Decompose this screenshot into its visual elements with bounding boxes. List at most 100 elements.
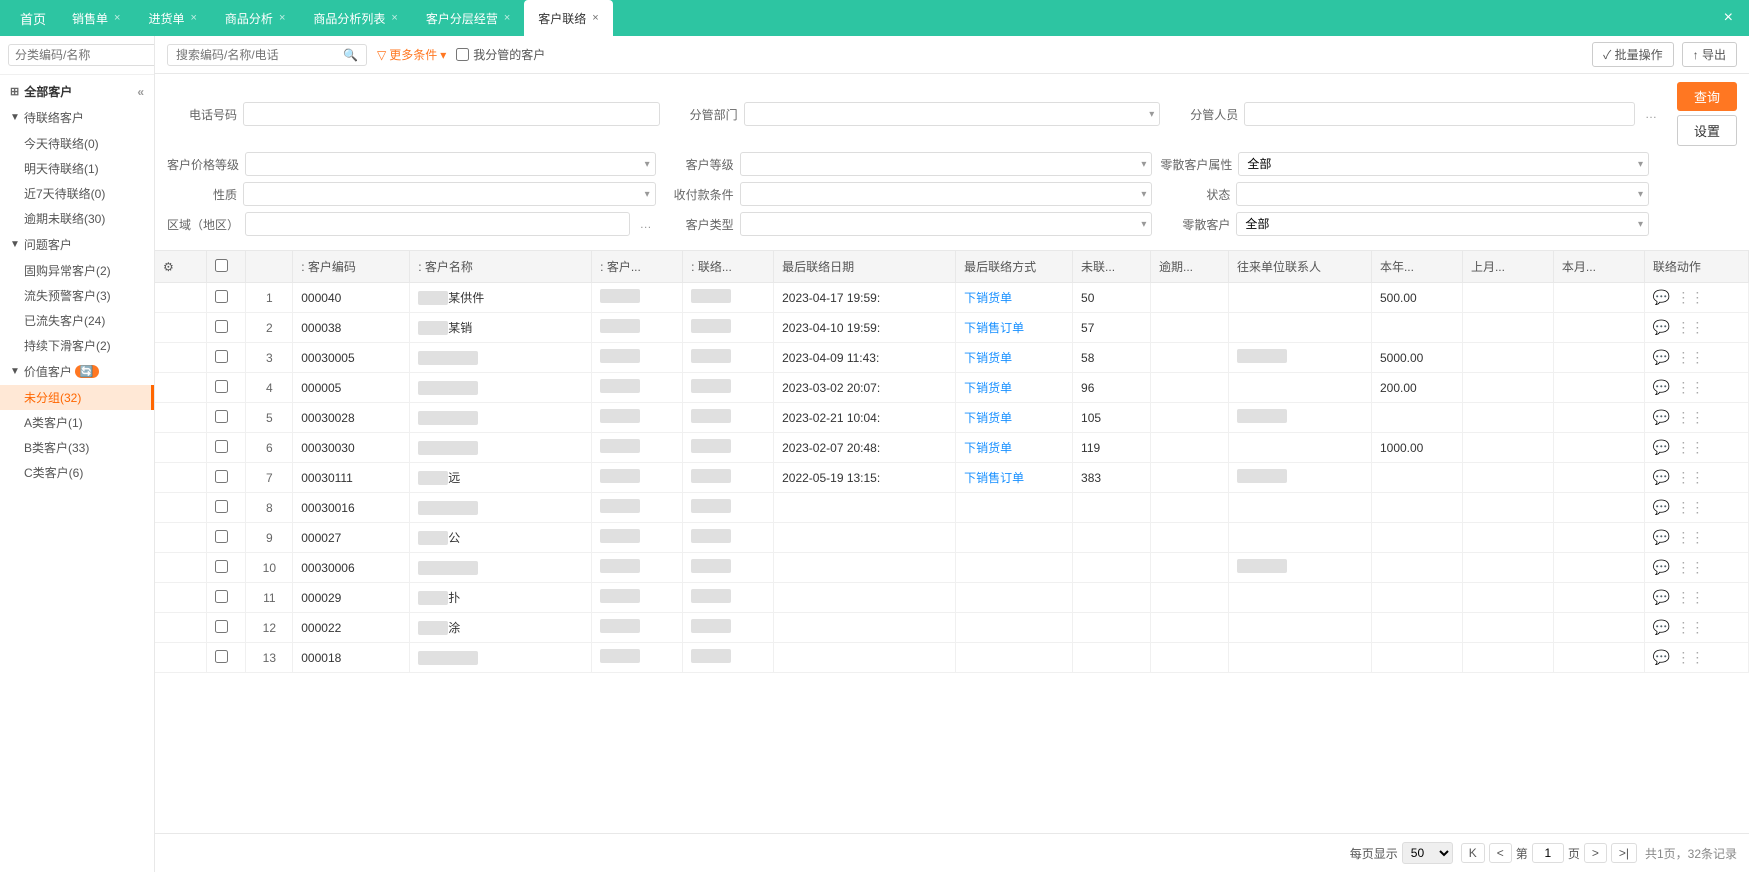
sidebar-collapse-button[interactable]: « xyxy=(137,85,144,99)
contact-icon[interactable]: 💬 xyxy=(1653,589,1670,606)
sidebar-item-abnormal[interactable]: 固购异常客户(2) xyxy=(0,258,154,283)
more-icon[interactable]: ⋮⋮ xyxy=(1676,529,1704,546)
sidebar-item-unclassified[interactable]: 未分组(32) xyxy=(0,385,154,410)
first-page-button[interactable]: K xyxy=(1461,843,1485,863)
col-last-contact-date[interactable]: 最后联络日期 xyxy=(774,251,956,283)
col-settings[interactable]: ⚙ xyxy=(155,251,207,283)
contact-icon[interactable]: 💬 xyxy=(1653,379,1670,396)
close-purchase-tab[interactable]: × xyxy=(190,12,196,24)
ellipsis-icon[interactable]: … xyxy=(1641,107,1661,121)
col-code[interactable]: : 客户编码 xyxy=(293,251,410,283)
filter-input-region[interactable] xyxy=(245,212,630,236)
contact-way-link[interactable]: 下销售订单 xyxy=(964,321,1024,335)
nav-close-button[interactable]: × xyxy=(1716,9,1741,27)
contact-icon[interactable]: 💬 xyxy=(1653,559,1670,576)
close-customer-tier-tab[interactable]: × xyxy=(504,12,510,24)
batch-ops-button[interactable]: ✓ 批量操作 xyxy=(1592,42,1674,67)
per-page-select[interactable]: 50 100 xyxy=(1402,842,1453,864)
tab-product-analysis-list[interactable]: 商品分析列表 × xyxy=(299,0,411,36)
row-checkbox[interactable] xyxy=(215,320,228,333)
contact-icon[interactable]: 💬 xyxy=(1653,499,1670,516)
contact-way-link[interactable]: 下销货单 xyxy=(964,441,1012,455)
contact-icon[interactable]: 💬 xyxy=(1653,529,1670,546)
col-name[interactable]: : 客户名称 xyxy=(410,251,592,283)
col-this-month[interactable]: 本月... xyxy=(1553,251,1644,283)
filter-select-price-level[interactable] xyxy=(245,152,656,176)
sidebar-item-lost[interactable]: 已流失客户(24) xyxy=(0,308,154,333)
contact-icon[interactable]: 💬 xyxy=(1653,289,1670,306)
reset-button[interactable]: 设置 xyxy=(1677,115,1737,146)
contact-icon[interactable]: 💬 xyxy=(1653,409,1670,426)
more-icon[interactable]: ⋮⋮ xyxy=(1676,469,1704,486)
contact-icon[interactable]: 💬 xyxy=(1653,619,1670,636)
close-product-analysis-list-tab[interactable]: × xyxy=(391,12,397,24)
filter-select-status[interactable] xyxy=(1236,182,1649,206)
contact-icon[interactable]: 💬 xyxy=(1653,349,1670,366)
contact-way-link[interactable]: 下销货单 xyxy=(964,411,1012,425)
filter-select-payment[interactable] xyxy=(740,182,1153,206)
filter-select-customer-type[interactable] xyxy=(740,212,1153,236)
col-company-contact[interactable]: 往来单位联系人 xyxy=(1229,251,1372,283)
contact-icon[interactable]: 💬 xyxy=(1653,649,1670,666)
more-icon[interactable]: ⋮⋮ xyxy=(1676,319,1704,336)
row-checkbox[interactable] xyxy=(215,530,228,543)
ellipsis-icon[interactable]: … xyxy=(636,217,656,231)
row-checkbox[interactable] xyxy=(215,500,228,513)
row-checkbox[interactable] xyxy=(215,380,228,393)
row-checkbox[interactable] xyxy=(215,470,228,483)
more-icon[interactable]: ⋮⋮ xyxy=(1676,379,1704,396)
filter-select-dept[interactable] xyxy=(744,102,1161,126)
col-this-year[interactable]: 本年... xyxy=(1371,251,1462,283)
more-icon[interactable]: ⋮⋮ xyxy=(1676,619,1704,636)
page-number-input[interactable] xyxy=(1532,843,1564,863)
sidebar-group-value[interactable]: ▼ 价值客户 🔄 xyxy=(0,358,154,385)
col-last-month[interactable]: 上月... xyxy=(1462,251,1553,283)
more-icon[interactable]: ⋮⋮ xyxy=(1676,439,1704,456)
col-overdue[interactable]: 逾期... xyxy=(1151,251,1229,283)
contact-icon[interactable]: 💬 xyxy=(1653,319,1670,336)
filter-search-input[interactable] xyxy=(176,48,343,62)
sidebar-group-problem[interactable]: ▼ 问题客户 xyxy=(0,231,154,258)
next-page-button[interactable]: > xyxy=(1584,843,1607,863)
col-uncontacted[interactable]: 未联... xyxy=(1073,251,1151,283)
tab-home[interactable]: 首页 xyxy=(8,0,58,36)
last-page-button[interactable]: >| xyxy=(1611,843,1637,863)
sidebar-item-a-class[interactable]: A类客户(1) xyxy=(0,410,154,435)
row-checkbox[interactable] xyxy=(215,560,228,573)
close-product-analysis-tab[interactable]: × xyxy=(279,12,285,24)
filter-input-person[interactable] xyxy=(1244,102,1635,126)
sidebar-item-tomorrow[interactable]: 明天待联络(1) xyxy=(0,156,154,181)
more-icon[interactable]: ⋮⋮ xyxy=(1676,289,1704,306)
filter-select-retail-customer[interactable]: 全部 xyxy=(1236,212,1649,236)
export-button[interactable]: ↑ 导出 xyxy=(1682,42,1737,67)
sidebar-item-lost-risk[interactable]: 流失预警客户(3) xyxy=(0,283,154,308)
filter-search-icon[interactable]: 🔍 xyxy=(343,48,358,62)
row-checkbox[interactable] xyxy=(215,440,228,453)
col-type[interactable]: : 客户... xyxy=(592,251,683,283)
row-checkbox[interactable] xyxy=(215,650,228,663)
row-checkbox[interactable] xyxy=(215,590,228,603)
select-all-checkbox[interactable] xyxy=(215,259,228,272)
col-last-contact-way[interactable]: 最后联络方式 xyxy=(956,251,1073,283)
contact-way-link[interactable]: 下销货单 xyxy=(964,351,1012,365)
tab-sales[interactable]: 销售单 × xyxy=(58,0,134,36)
more-icon[interactable]: ⋮⋮ xyxy=(1676,499,1704,516)
settings-icon[interactable]: ⚙ xyxy=(163,260,174,274)
sidebar-item-b-class[interactable]: B类客户(33) xyxy=(0,435,154,460)
tab-customer-contact[interactable]: 客户联络 × xyxy=(524,0,612,36)
sidebar-item-7days[interactable]: 近7天待联络(0) xyxy=(0,181,154,206)
tab-customer-tier[interactable]: 客户分层经营 × xyxy=(412,0,524,36)
my-customers-checkbox[interactable] xyxy=(456,48,469,61)
more-icon[interactable]: ⋮⋮ xyxy=(1676,559,1704,576)
sidebar-item-overdue[interactable]: 逾期未联络(30) xyxy=(0,206,154,231)
col-contact[interactable]: : 联络... xyxy=(683,251,774,283)
filter-select-nature[interactable] xyxy=(243,182,656,206)
tab-purchase[interactable]: 进货单 × xyxy=(134,0,210,36)
search-button[interactable]: 查询 xyxy=(1677,82,1737,111)
more-conditions-toggle[interactable]: ▽ 更多条件 ▾ xyxy=(377,46,446,63)
sidebar-group-pending[interactable]: ▼ 待联络客户 xyxy=(0,104,154,131)
row-checkbox[interactable] xyxy=(215,410,228,423)
more-icon[interactable]: ⋮⋮ xyxy=(1676,349,1704,366)
more-icon[interactable]: ⋮⋮ xyxy=(1676,409,1704,426)
sidebar-item-c-class[interactable]: C类客户(6) xyxy=(0,460,154,485)
